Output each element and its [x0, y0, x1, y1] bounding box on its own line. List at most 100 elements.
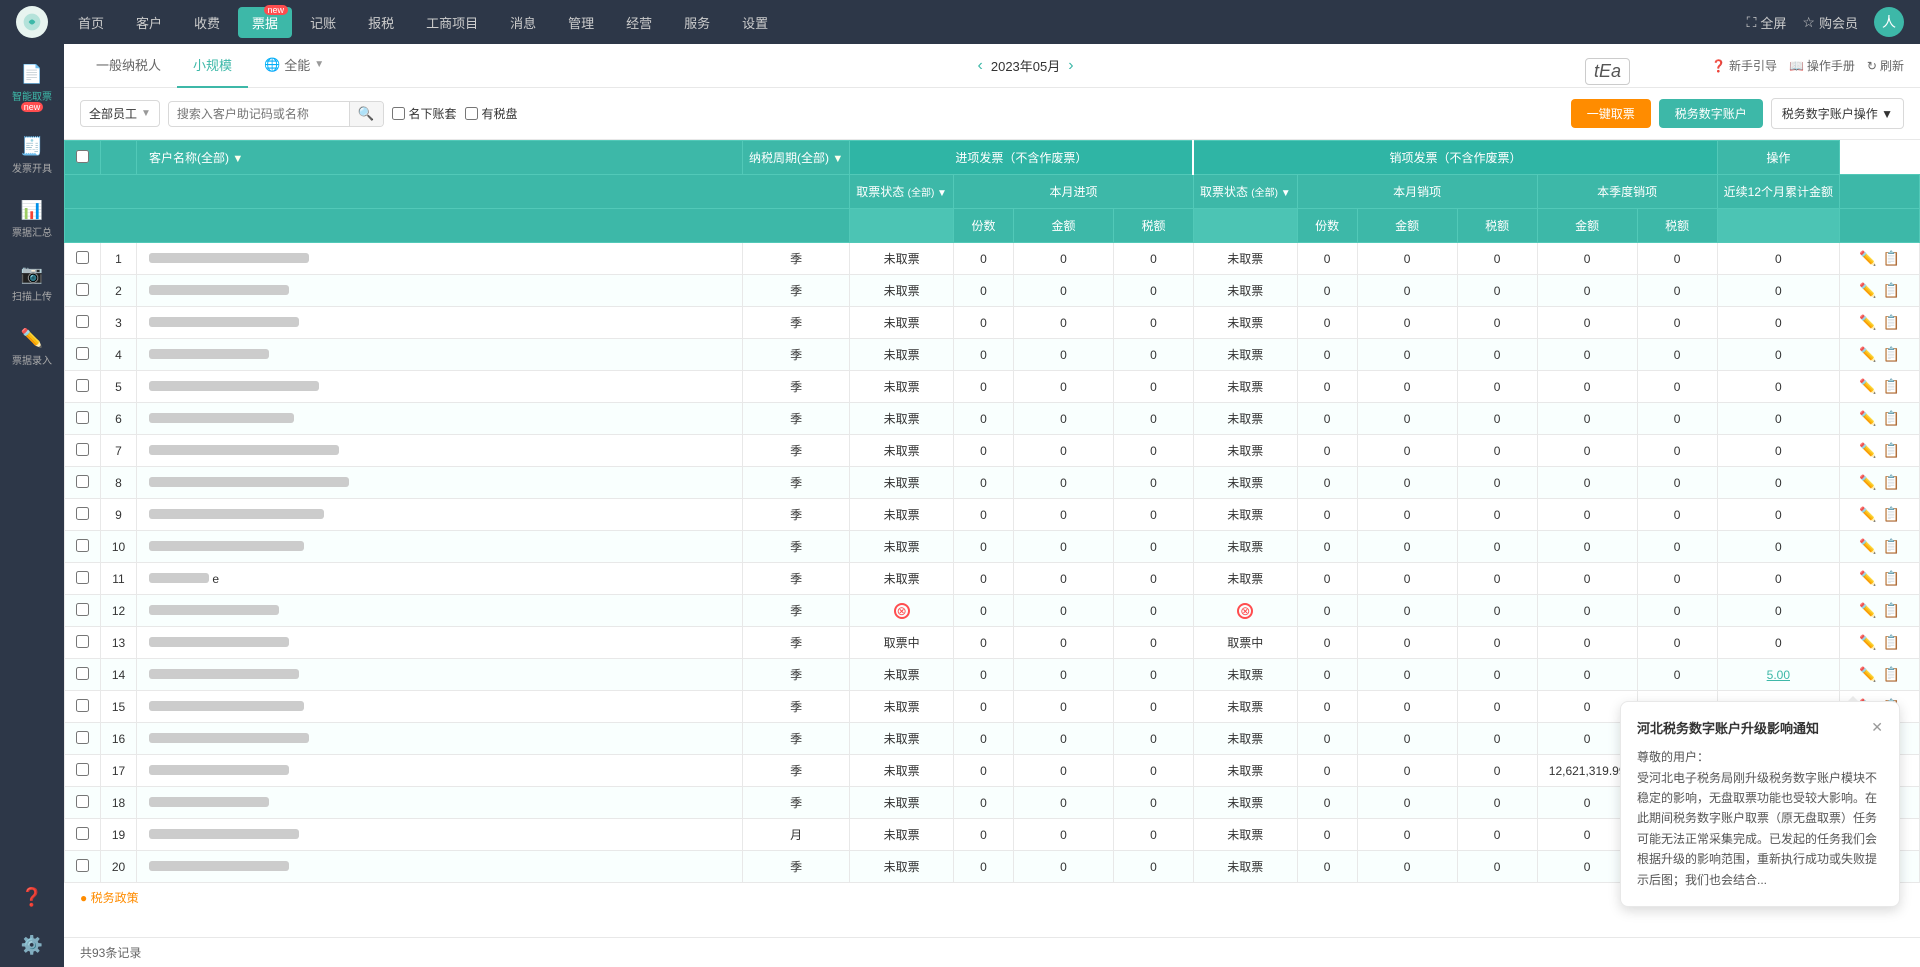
edit-icon[interactable]: ✏️ — [1859, 314, 1876, 331]
sidebar-item-ticket-summary[interactable]: 📊 票据汇总 — [4, 188, 60, 248]
copy-icon[interactable]: 📋 — [1883, 634, 1900, 651]
copy-icon[interactable]: 📋 — [1883, 602, 1900, 619]
th-client-name[interactable]: 客户名称(全部) ▼ — [137, 141, 743, 175]
row-checkbox[interactable] — [76, 827, 89, 840]
copy-icon[interactable]: 📋 — [1883, 378, 1900, 395]
th-out-status[interactable]: 取票状态 (全部) ▼ — [1193, 175, 1297, 209]
row-checkbox[interactable] — [76, 379, 89, 392]
sidebar-item-bottom1[interactable]: ❓ — [4, 875, 60, 919]
sidebar-item-smart-ticket[interactable]: 📄 智能取票 new — [4, 52, 60, 120]
copy-icon[interactable]: 📋 — [1883, 346, 1900, 363]
tab-small-scale[interactable]: 小规模 — [177, 44, 248, 88]
row-checkbox[interactable] — [76, 443, 89, 456]
th-period[interactable]: 纳税周期(全部) ▼ — [743, 141, 850, 175]
error-icon[interactable]: ⊗ — [1237, 603, 1253, 619]
edit-icon[interactable]: ✏️ — [1859, 346, 1876, 363]
copy-icon[interactable]: 📋 — [1883, 570, 1900, 587]
fullscreen-button[interactable]: ⛶ 全屏 — [1747, 13, 1787, 32]
row-checkbox[interactable] — [76, 251, 89, 264]
employee-filter[interactable]: 全部员工 ▼ — [80, 100, 160, 127]
notif-close-button[interactable]: ✕ — [1871, 719, 1883, 736]
sidebar-item-ticket-entry[interactable]: ✏️ 票据录入 — [4, 316, 60, 376]
client-search-input[interactable] — [169, 103, 349, 125]
edit-icon[interactable]: ✏️ — [1859, 282, 1876, 299]
digital-account-button[interactable]: 税务数字账户 — [1659, 99, 1763, 128]
row-checkbox[interactable] — [76, 347, 89, 360]
nav-item-home[interactable]: 首页 — [64, 7, 118, 38]
tab-all[interactable]: 🌐 全能 ▼ — [248, 44, 340, 88]
edit-icon[interactable]: ✏️ — [1859, 442, 1876, 459]
status-cell: 未取票 — [850, 403, 954, 435]
row-checkbox[interactable] — [76, 795, 89, 808]
nav-item-tax[interactable]: 报税 — [354, 7, 408, 38]
copy-icon[interactable]: 📋 — [1883, 314, 1900, 331]
member-button[interactable]: ☆ 购会员 — [1802, 13, 1858, 32]
edit-icon[interactable]: ✏️ — [1859, 570, 1876, 587]
row-checkbox[interactable] — [76, 635, 89, 648]
sub-account-checkbox[interactable]: 名下账套 — [392, 105, 457, 122]
select-all-checkbox[interactable] — [76, 150, 89, 163]
row-checkbox[interactable] — [76, 571, 89, 584]
row-checkbox[interactable] — [76, 315, 89, 328]
row-checkbox[interactable] — [76, 699, 89, 712]
sidebar-item-bottom2[interactable]: ⚙️ — [4, 923, 60, 967]
nav-item-business[interactable]: 工商项目 — [412, 7, 492, 38]
search-button[interactable]: 🔍 — [349, 102, 383, 126]
edit-icon[interactable]: ✏️ — [1859, 666, 1876, 683]
in-amount-cell: 0 — [1013, 723, 1113, 755]
nav-item-manage[interactable]: 管理 — [554, 7, 608, 38]
nav-item-client[interactable]: 客户 — [122, 7, 176, 38]
next-month-button[interactable]: › — [1068, 57, 1073, 75]
row-checkbox[interactable] — [76, 411, 89, 424]
manual-button[interactable]: 📖 操作手册 — [1789, 57, 1855, 74]
row-checkbox[interactable] — [76, 763, 89, 776]
guide-button[interactable]: ❓ 新手引导 — [1711, 57, 1777, 74]
row-checkbox[interactable] — [76, 603, 89, 616]
copy-icon[interactable]: 📋 — [1883, 282, 1900, 299]
copy-icon[interactable]: 📋 — [1883, 506, 1900, 523]
copy-icon[interactable]: 📋 — [1883, 250, 1900, 267]
copy-icon[interactable]: 📋 — [1883, 410, 1900, 427]
row-checkbox[interactable] — [76, 731, 89, 744]
edit-icon[interactable]: ✏️ — [1859, 378, 1876, 395]
out-amount-cell: 0 — [1357, 787, 1457, 819]
edit-icon[interactable]: ✏️ — [1859, 634, 1876, 651]
copy-icon[interactable]: 📋 — [1883, 538, 1900, 555]
edit-icon[interactable]: ✏️ — [1859, 506, 1876, 523]
copy-icon[interactable]: 📋 — [1883, 442, 1900, 459]
edit-icon[interactable]: ✏️ — [1859, 602, 1876, 619]
nav-item-service[interactable]: 服务 — [670, 7, 724, 38]
row-checkbox[interactable] — [76, 283, 89, 296]
row-checkbox[interactable] — [76, 507, 89, 520]
prev-month-button[interactable]: ‹ — [978, 57, 983, 75]
edit-icon[interactable]: ✏️ — [1859, 538, 1876, 555]
tax-disk-check[interactable] — [465, 107, 478, 120]
digital-account-op-button[interactable]: 税务数字账户操作 ▼ — [1771, 98, 1904, 129]
nav-item-operation[interactable]: 经营 — [612, 7, 666, 38]
row-checkbox[interactable] — [76, 475, 89, 488]
nav-item-fee[interactable]: 收费 — [180, 7, 234, 38]
th-in-status[interactable]: 取票状态 (全部) ▼ — [850, 175, 954, 209]
row-checkbox[interactable] — [76, 859, 89, 872]
nav-item-ticket[interactable]: 票据 new — [238, 7, 292, 38]
sub-account-check[interactable] — [392, 107, 405, 120]
nav-item-message[interactable]: 消息 — [496, 7, 550, 38]
row-checkbox[interactable] — [76, 667, 89, 680]
out-tax-cell: 0 — [1457, 403, 1537, 435]
refresh-button[interactable]: ↻ 刷新 — [1867, 57, 1904, 74]
copy-icon[interactable]: 📋 — [1883, 474, 1900, 491]
tax-disk-checkbox[interactable]: 有税盘 — [465, 105, 518, 122]
copy-icon[interactable]: 📋 — [1883, 666, 1900, 683]
edit-icon[interactable]: ✏️ — [1859, 250, 1876, 267]
nav-item-settings[interactable]: 设置 — [728, 7, 782, 38]
nav-item-bookkeeping[interactable]: 记账 — [296, 7, 350, 38]
one-click-ticket-button[interactable]: 一键取票 — [1571, 99, 1651, 128]
edit-icon[interactable]: ✏️ — [1859, 410, 1876, 427]
sidebar-item-scan-upload[interactable]: 📷 扫描上传 — [4, 252, 60, 312]
tab-general-taxpayer[interactable]: 一般纳税人 — [80, 44, 177, 88]
row-checkbox[interactable] — [76, 539, 89, 552]
user-avatar[interactable]: 人 — [1874, 7, 1904, 37]
sidebar-item-invoice-open[interactable]: 🧾 发票开具 — [4, 124, 60, 184]
error-icon[interactable]: ⊗ — [894, 603, 910, 619]
edit-icon[interactable]: ✏️ — [1859, 474, 1876, 491]
